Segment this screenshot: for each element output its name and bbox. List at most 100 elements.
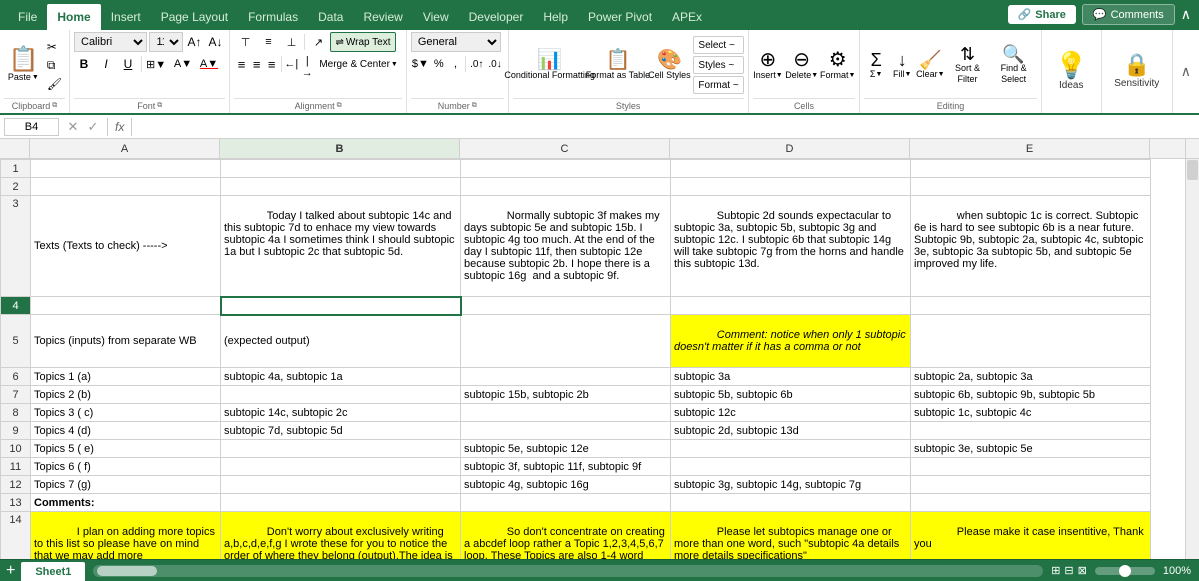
cell-e5[interactable] (911, 315, 1151, 368)
cell-a4[interactable] (31, 297, 221, 315)
cell-d8[interactable]: subtopic 12c (671, 404, 911, 422)
cell-a14[interactable]: I plan on adding more topics to this lis… (31, 512, 221, 560)
page-layout-view-icon[interactable]: ⊟ (1064, 564, 1073, 577)
formula-input[interactable] (135, 118, 1195, 136)
conditional-formatting-button[interactable]: 📊 Conditional Formatting (513, 48, 587, 82)
cell-e7[interactable]: subtopic 6b, subtopic 9b, subtopic 5b (911, 386, 1151, 404)
cell-e13[interactable] (911, 494, 1151, 512)
cell-e3[interactable]: when subtopic 1c is correct. Subtopic 6e… (911, 196, 1151, 297)
cell-c3[interactable]: Normally subtopic 3f makes my days subto… (461, 196, 671, 297)
ribbon-tab-power-pivot[interactable]: Power Pivot (578, 4, 662, 30)
cut-button[interactable]: ✂ (44, 39, 65, 55)
sensitivity-button[interactable]: 🔒 Sensitivity (1110, 52, 1163, 91)
decrease-indent-button[interactable]: ←| (283, 54, 299, 74)
cell-c8[interactable] (461, 404, 671, 422)
delete-cells-button[interactable]: ⊖ Delete▼ (785, 48, 818, 82)
share-button[interactable]: 🔗 Share (1008, 5, 1076, 24)
cell-b10[interactable] (221, 440, 461, 458)
align-left-button[interactable]: ≡ (234, 54, 248, 74)
row-header[interactable]: 2 (1, 178, 31, 196)
cell-a7[interactable]: Topics 2 (b) (31, 386, 221, 404)
ribbon-tab-page-layout[interactable]: Page Layout (151, 4, 238, 30)
cell-c6[interactable] (461, 368, 671, 386)
font-size-select[interactable]: 11 (149, 32, 183, 52)
row-header[interactable]: 7 (1, 386, 31, 404)
percent-button[interactable]: % (431, 54, 447, 74)
row-header[interactable]: 13 (1, 494, 31, 512)
currency-button[interactable]: $▼ (411, 54, 430, 74)
ideas-button[interactable]: 💡 Ideas (1051, 50, 1091, 93)
cell-e10[interactable]: subtopic 3e, subtopic 5e (911, 440, 1151, 458)
cell-e6[interactable]: subtopic 2a, subtopic 3a (911, 368, 1151, 386)
cell-e4[interactable] (911, 297, 1151, 315)
cell-d6[interactable]: subtopic 3a (671, 368, 911, 386)
cell-styles-button[interactable]: 🎨 Cell Styles (649, 48, 689, 82)
row-header[interactable]: 11 (1, 458, 31, 476)
format-cells-button[interactable]: ⚙ Format▼ (820, 48, 855, 82)
row-header[interactable]: 9 (1, 422, 31, 440)
number-format-select[interactable]: General (411, 32, 501, 52)
ribbon-tab-data[interactable]: Data (308, 4, 353, 30)
col-header-d[interactable]: D (670, 139, 910, 158)
ribbon-tab-help[interactable]: Help (533, 4, 578, 30)
clear-button[interactable]: 🧹 Clear▼ (916, 49, 944, 81)
cell-a13[interactable]: Comments: (31, 494, 221, 512)
align-top-button[interactable]: ⊤ (234, 32, 256, 52)
format-painter-button[interactable]: 🖌 (44, 76, 65, 92)
cell-c12[interactable]: subtopic 4g, subtopic 16g (461, 476, 671, 494)
cell-a11[interactable]: Topics 6 ( f) (31, 458, 221, 476)
cell-d5[interactable]: Comment: notice when only 1 subtopic doe… (671, 315, 911, 368)
font-name-select[interactable]: Calibri (74, 32, 147, 52)
cell-b4[interactable] (221, 297, 461, 315)
styles-dropdown-button[interactable]: Styles ~ (693, 56, 743, 74)
cell-a12[interactable]: Topics 7 (g) (31, 476, 221, 494)
decrease-font-size-button[interactable]: A↓ (205, 32, 225, 52)
insert-cells-button[interactable]: ⊕ Insert▼ (753, 48, 783, 82)
ribbon-tab-review[interactable]: Review (353, 4, 412, 30)
col-header-b[interactable]: B (220, 139, 460, 158)
cell-b9[interactable]: subtopic 7d, subtopic 5d (221, 422, 461, 440)
ribbon-tab-insert[interactable]: Insert (101, 4, 151, 30)
bold-button[interactable]: B (74, 54, 94, 74)
cell-a3[interactable]: Texts (Texts to check) -----> (31, 196, 221, 297)
merge-center-button[interactable]: Merge & Center▼ (315, 54, 402, 74)
cell-d7[interactable]: subtopic 5b, subtopic 6b (671, 386, 911, 404)
cell-a5[interactable]: Topics (inputs) from separate WB (31, 315, 221, 368)
align-bottom-button[interactable]: ⊥ (280, 32, 302, 52)
cell-c13[interactable] (461, 494, 671, 512)
cell-c11[interactable]: subtopic 3f, subtopic 11f, subtopic 9f (461, 458, 671, 476)
italic-button[interactable]: I (96, 54, 116, 74)
row-header[interactable]: 12 (1, 476, 31, 494)
cell-a8[interactable]: Topics 3 ( c) (31, 404, 221, 422)
ribbon-tab-apex[interactable]: APEx (662, 4, 712, 30)
row-header[interactable]: 5 (1, 315, 31, 368)
copy-button[interactable]: ⧉ (44, 57, 65, 74)
underline-button[interactable]: U (118, 54, 138, 74)
find-select-button[interactable]: 🔍 Find & Select (991, 43, 1037, 87)
cell-a6[interactable]: Topics 1 (a) (31, 368, 221, 386)
align-center-button[interactable]: ≡ (250, 54, 264, 74)
col-header-a[interactable]: A (30, 139, 220, 158)
select-dropdown-button[interactable]: Select ~ (693, 36, 743, 54)
page-break-view-icon[interactable]: ⊠ (1078, 564, 1087, 577)
increase-indent-button[interactable]: |→ (300, 54, 314, 74)
cell-e9[interactable] (911, 422, 1151, 440)
fill-button[interactable]: ↓ Fill▼ (890, 49, 914, 81)
row-header[interactable]: 8 (1, 404, 31, 422)
cell-d12[interactable]: subtopic 3g, subtopic 14g, subtopic 7g (671, 476, 911, 494)
cell-d10[interactable] (671, 440, 911, 458)
cell-b7[interactable] (221, 386, 461, 404)
add-sheet-button[interactable]: + (0, 560, 21, 581)
cell-b11[interactable] (221, 458, 461, 476)
col-header-c[interactable]: C (460, 139, 670, 158)
cell-c5[interactable] (461, 315, 671, 368)
ribbon-collapse-button[interactable]: ∧ (1181, 6, 1191, 23)
increase-font-size-button[interactable]: A↑ (184, 32, 204, 52)
cell-d3[interactable]: Subtopic 2d sounds expectacular to subto… (671, 196, 911, 297)
cell-b13[interactable] (221, 494, 461, 512)
comma-button[interactable]: , (448, 54, 464, 74)
row-header[interactable]: 6 (1, 368, 31, 386)
cell-a9[interactable]: Topics 4 (d) (31, 422, 221, 440)
cell-b6[interactable]: subtopic 4a, subtopic 1a (221, 368, 461, 386)
cell-b3[interactable]: Today I talked about subtopic 14c and th… (221, 196, 461, 297)
